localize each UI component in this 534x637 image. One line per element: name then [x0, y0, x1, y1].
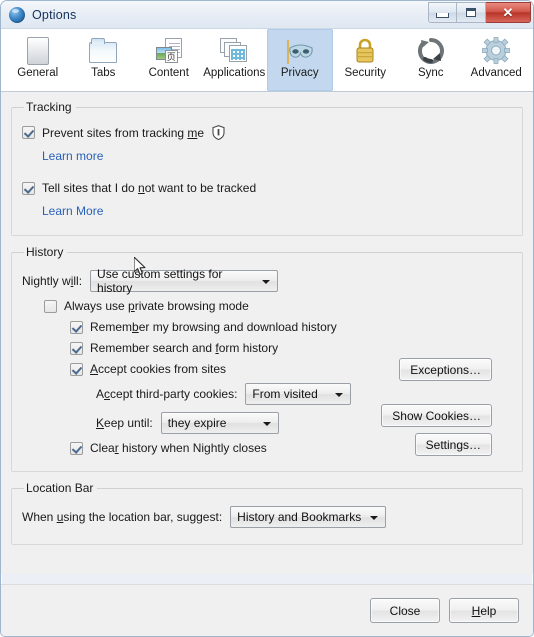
tab-security[interactable]: Security — [333, 29, 399, 91]
history-mode-row: Nightly will: Use custom settings for hi… — [22, 267, 512, 295]
clear-on-close-label: Clear history when Nightly closes — [90, 441, 267, 455]
location-bar-suggest-label: When using the location bar, suggest: — [22, 510, 223, 524]
location-bar-group: Location Bar When using the location bar… — [11, 481, 523, 545]
prevent-tracking-row[interactable]: Prevent sites from tracking me — [22, 125, 512, 141]
accept-cookies-checkbox[interactable] — [70, 362, 83, 376]
help-button[interactable]: Help — [449, 598, 519, 623]
history-group: History Nightly will: Use custom setting… — [11, 245, 523, 472]
settings-button[interactable]: Settings… — [414, 433, 492, 456]
keep-until-value: they expire — [167, 416, 227, 430]
lock-icon — [349, 35, 381, 65]
chevron-down-icon — [262, 422, 271, 426]
tab-label-security: Security — [344, 67, 387, 79]
tabs-icon — [87, 35, 119, 65]
clear-on-close-checkbox[interactable] — [70, 441, 83, 455]
tab-content[interactable]: 页 Content — [136, 29, 202, 91]
history-mode-dropdown[interactable]: Use custom settings for history — [90, 267, 279, 295]
remember-forms-row[interactable]: Remember search and form history — [70, 341, 512, 355]
keep-until-dropdown[interactable]: they expire — [160, 412, 279, 434]
learn-more-link-1[interactable]: Learn more — [42, 149, 103, 163]
private-browsing-row[interactable]: Always use private browsing mode — [44, 299, 512, 313]
general-icon — [22, 35, 54, 65]
show-cookies-button[interactable]: Show Cookies… — [381, 404, 492, 427]
do-not-track-label: Tell sites that I do not want to be trac… — [42, 181, 257, 195]
close-icon: ✕ — [502, 5, 514, 20]
tracking-learn-more-1-row: Learn more — [42, 147, 512, 165]
tab-applications[interactable]: Applications — [202, 29, 268, 91]
tracking-legend: Tracking — [26, 100, 72, 114]
tab-label-advanced: Advanced — [470, 67, 522, 79]
show-cookies-wrap: Show Cookies… — [381, 404, 492, 427]
history-mode-label: Nightly will: — [22, 274, 83, 288]
title-bar: Options ✕ — [1, 1, 533, 29]
remember-browsing-row[interactable]: Remember my browsing and download histor… — [70, 320, 512, 334]
exceptions-wrap: Exceptions… — [399, 358, 492, 381]
shield-icon — [212, 125, 225, 141]
tab-label-content: Content — [148, 67, 189, 79]
tab-sync[interactable]: Sync — [398, 29, 464, 91]
prevent-tracking-label: Prevent sites from tracking me — [42, 125, 205, 140]
keep-until-label: Keep until: — [96, 416, 153, 430]
globe-icon — [9, 6, 25, 23]
tab-privacy[interactable]: Privacy — [267, 29, 333, 91]
remember-forms-label: Remember search and form history — [90, 341, 279, 355]
tab-advanced[interactable]: Advanced — [464, 29, 530, 91]
applications-icon — [218, 35, 250, 65]
tab-label-privacy: Privacy — [280, 67, 319, 79]
remember-forms-checkbox[interactable] — [70, 341, 83, 355]
minimize-icon — [436, 12, 449, 18]
tracking-learn-more-2-row: Learn More — [42, 202, 512, 220]
chevron-down-icon — [335, 393, 344, 397]
maximize-icon — [466, 8, 476, 17]
remember-browsing-label: Remember my browsing and download histor… — [90, 320, 337, 334]
third-party-cookies-value: From visited — [252, 387, 318, 401]
options-dialog: Options ✕ General Tabs 页 Content Applica… — [0, 0, 534, 637]
remember-browsing-checkbox[interactable] — [70, 320, 83, 334]
third-party-cookies-row: Accept third-party cookies: From visited — [96, 383, 512, 405]
privacy-mask-icon — [284, 35, 316, 65]
tab-label-tabs: Tabs — [91, 67, 116, 79]
minimize-button[interactable] — [428, 2, 457, 23]
location-bar-suggest-row: When using the location bar, suggest: Hi… — [22, 506, 512, 528]
sync-icon — [415, 35, 447, 65]
private-browsing-checkbox[interactable] — [44, 299, 57, 313]
keep-until-row: Keep until: they expire Show Cookies… — [96, 404, 512, 434]
privacy-panel: Tracking Prevent sites from tracking me … — [1, 92, 533, 574]
location-bar-suggest-dropdown[interactable]: History and Bookmarks — [230, 506, 387, 528]
exceptions-button[interactable]: Exceptions… — [399, 358, 492, 381]
window-controls: ✕ — [428, 2, 531, 23]
options-tab-strip: General Tabs 页 Content Applications Priv… — [1, 29, 533, 92]
tab-label-applications: Applications — [203, 67, 266, 79]
content-icon: 页 — [153, 35, 185, 65]
do-not-track-row[interactable]: Tell sites that I do not want to be trac… — [22, 181, 512, 195]
third-party-cookies-label: Accept third-party cookies: — [96, 387, 238, 401]
accept-cookies-label: Accept cookies from sites — [90, 362, 227, 376]
do-not-track-checkbox[interactable] — [22, 181, 35, 195]
settings-wrap: Settings… — [414, 433, 492, 456]
third-party-cookies-dropdown[interactable]: From visited — [245, 383, 352, 405]
chevron-down-icon — [370, 516, 379, 520]
tab-tabs[interactable]: Tabs — [71, 29, 137, 91]
tab-label-sync: Sync — [417, 67, 444, 79]
location-bar-legend: Location Bar — [26, 481, 94, 495]
tab-label-general: General — [17, 67, 59, 79]
clear-on-close-row[interactable]: Clear history when Nightly closes Settin… — [70, 433, 512, 456]
tracking-group: Tracking Prevent sites from tracking me … — [11, 100, 523, 236]
prevent-tracking-checkbox[interactable] — [22, 126, 35, 139]
chevron-down-icon — [262, 280, 271, 284]
window-title: Options — [32, 7, 77, 22]
history-legend: History — [26, 245, 64, 259]
close-button[interactable]: Close — [370, 598, 440, 623]
learn-more-link-2[interactable]: Learn More — [42, 204, 103, 218]
maximize-button[interactable] — [457, 2, 486, 23]
close-window-button[interactable]: ✕ — [486, 2, 531, 23]
private-browsing-label: Always use private browsing mode — [64, 299, 249, 313]
tab-general[interactable]: General — [5, 29, 71, 91]
location-bar-suggest-value: History and Bookmarks — [237, 510, 362, 524]
history-mode-value: Use custom settings for history — [97, 267, 223, 295]
accept-cookies-row[interactable]: Accept cookies from sites Exceptions… — [70, 358, 512, 381]
gear-icon — [480, 35, 512, 65]
dialog-footer: Close Help — [1, 584, 533, 636]
